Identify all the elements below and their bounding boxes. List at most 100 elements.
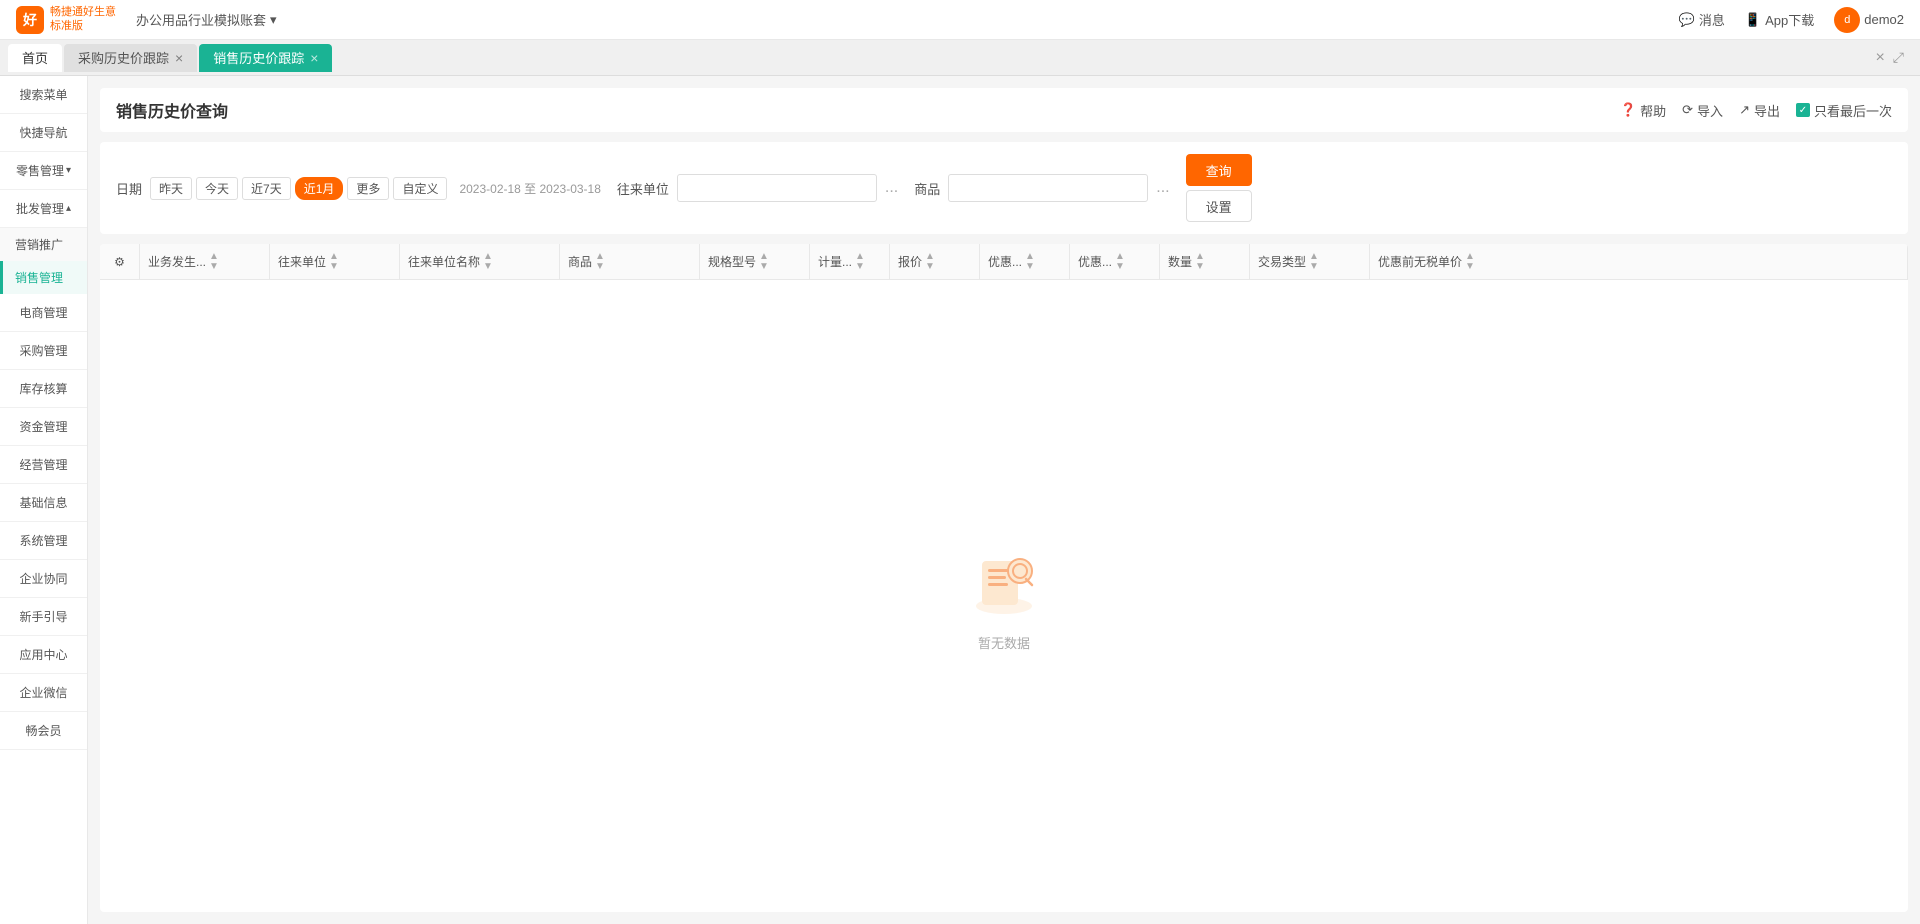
unit-ellipsis[interactable]: ... — [885, 179, 898, 197]
chevron-down-icon: ▾ — [270, 12, 277, 28]
sort-icon: ▲▼ — [483, 252, 493, 272]
export-icon: ↗ — [1739, 102, 1750, 118]
main-layout: 搜索菜单 快捷导航 零售管理 ▾ 批发管理 ▴ 营销推广 销售管理 电商管理 采… — [0, 76, 1920, 924]
sidebar-item-member[interactable]: 畅会员 — [0, 712, 87, 750]
table-col-notax[interactable]: 优惠前无税单价 ▲▼ — [1370, 244, 1908, 279]
date-btn-more[interactable]: 更多 — [347, 177, 389, 200]
sort-icon: ▲▼ — [1195, 252, 1205, 272]
sidebar-item-quick-nav[interactable]: 快捷导航 — [0, 114, 87, 152]
sort-icon: ▲▼ — [329, 252, 339, 272]
window-maximize-button[interactable]: ⤢ — [1893, 49, 1904, 66]
table-col-gear[interactable]: ⚙ — [100, 244, 140, 279]
logo-area: 好 畅捷通好生意 标准版 — [16, 6, 116, 34]
table-header: ⚙ 业务发生... ▲▼ 往来单位 ▲▼ 往来单位名称 ▲▼ 商品 ▲▼ — [100, 244, 1908, 280]
tab-sales[interactable]: 销售历史价跟踪 × — [199, 44, 332, 72]
gear-icon: ⚙ — [114, 255, 125, 269]
download-icon: 📱 — [1745, 12, 1761, 28]
sidebar-item-basic-info[interactable]: 基础信息 — [0, 484, 87, 522]
date-btn-1month[interactable]: 近1月 — [295, 177, 344, 200]
sidebar-item-inventory[interactable]: 库存核算 — [0, 370, 87, 408]
tab-purchase-close[interactable]: × — [175, 50, 183, 66]
tab-sales-close[interactable]: × — [310, 50, 318, 66]
goods-ellipsis[interactable]: ... — [1156, 179, 1169, 197]
table-col-price[interactable]: 报价 ▲▼ — [890, 244, 980, 279]
date-btn-yesterday[interactable]: 昨天 — [150, 177, 192, 200]
avatar: d — [1834, 7, 1860, 33]
table-col-unit-code[interactable]: 往来单位 ▲▼ — [270, 244, 400, 279]
date-btn-7days[interactable]: 近7天 — [242, 177, 291, 200]
page-header: 销售历史价查询 ❓ 帮助 ⟳ 导入 ↗ 导出 ✓ 只看最后一次 — [100, 88, 1908, 132]
sidebar-item-system[interactable]: 系统管理 — [0, 522, 87, 560]
sidebar-item-wholesale[interactable]: 批发管理 ▴ — [0, 190, 87, 228]
help-button[interactable]: ❓ 帮助 — [1620, 101, 1666, 120]
checkbox-checked-icon: ✓ — [1796, 103, 1810, 117]
table-col-unit-name[interactable]: 往来单位名称 ▲▼ — [400, 244, 560, 279]
sort-icon: ▲▼ — [1465, 252, 1475, 272]
table-col-discount1[interactable]: 优惠... ▲▼ — [980, 244, 1070, 279]
sort-icon: ▲▼ — [855, 252, 865, 272]
date-buttons: 昨天 今天 近7天 近1月 更多 自定义 — [150, 177, 447, 200]
search-button[interactable]: 查询 — [1186, 154, 1252, 186]
date-btn-today[interactable]: 今天 — [196, 177, 238, 200]
sort-icon: ▲▼ — [1309, 252, 1319, 272]
sidebar-item-ecom[interactable]: 电商管理 — [0, 294, 87, 332]
app-selector[interactable]: 办公用品行业模拟账套 ▾ — [136, 10, 277, 29]
sort-icon: ▲▼ — [759, 252, 769, 272]
sort-icon: ▲▼ — [209, 252, 219, 272]
sidebar-item-retail[interactable]: 零售管理 ▾ — [0, 152, 87, 190]
export-button[interactable]: ↗ 导出 — [1739, 101, 1780, 120]
goods-input[interactable] — [948, 174, 1148, 202]
sidebar-item-corp-wechat[interactable]: 企业微信 — [0, 674, 87, 712]
table-col-goods[interactable]: 商品 ▲▼ — [560, 244, 700, 279]
sidebar-item-search[interactable]: 搜索菜单 — [0, 76, 87, 114]
sort-icon: ▲▼ — [1115, 252, 1125, 272]
date-filter: 日期 昨天 今天 近7天 近1月 更多 自定义 2023-02-18 至 202… — [116, 177, 601, 200]
sidebar-item-enterprise[interactable]: 企业协同 — [0, 560, 87, 598]
page-title: 销售历史价查询 — [116, 98, 228, 122]
unit-filter: 往来单位 ... — [617, 174, 898, 202]
goods-filter: 商品 ... — [914, 174, 1169, 202]
table-col-discount2[interactable]: 优惠... ▲▼ — [1070, 244, 1160, 279]
empty-state: 暂无数据 — [100, 280, 1908, 912]
date-btn-custom[interactable]: 自定义 — [393, 177, 447, 200]
sort-icon: ▲▼ — [925, 252, 935, 272]
logo-text: 畅捷通好生意 标准版 — [50, 6, 116, 32]
unit-label: 往来单位 — [617, 179, 669, 198]
tab-home[interactable]: 首页 — [8, 44, 62, 72]
table-col-qty[interactable]: 数量 ▲▼ — [1160, 244, 1250, 279]
empty-illustration — [964, 541, 1044, 621]
sort-icon: ▲▼ — [1025, 252, 1035, 272]
date-range: 2023-02-18 至 2023-03-18 — [459, 180, 600, 197]
table-col-trade[interactable]: 交易类型 ▲▼ — [1250, 244, 1370, 279]
sidebar-item-guide[interactable]: 新手引导 — [0, 598, 87, 636]
topbar-left: 好 畅捷通好生意 标准版 办公用品行业模拟账套 ▾ — [16, 6, 277, 34]
msg-button[interactable]: 💬 消息 — [1679, 10, 1725, 29]
only-last-checkbox[interactable]: ✓ 只看最后一次 — [1796, 101, 1892, 120]
topbar-right: 💬 消息 📱 App下载 d demo2 — [1679, 7, 1904, 33]
settings-button[interactable]: 设置 — [1186, 190, 1252, 222]
sidebar-item-finance[interactable]: 资金管理 — [0, 408, 87, 446]
filter-area: 日期 昨天 今天 近7天 近1月 更多 自定义 2023-02-18 至 202… — [100, 142, 1908, 234]
unit-input[interactable] — [677, 174, 877, 202]
sort-icon: ▲▼ — [595, 252, 605, 272]
table-col-date[interactable]: 业务发生... ▲▼ — [140, 244, 270, 279]
action-buttons: 查询 设置 — [1186, 154, 1252, 222]
chevron-up-icon: ▴ — [66, 203, 71, 214]
help-icon: ❓ — [1620, 102, 1636, 118]
import-button[interactable]: ⟳ 导入 — [1682, 101, 1723, 120]
tab-purchase[interactable]: 采购历史价跟踪 × — [64, 44, 197, 72]
sidebar-item-purchase[interactable]: 采购管理 — [0, 332, 87, 370]
sidebar-item-sales-mgmt[interactable]: 销售管理 — [0, 261, 87, 294]
date-label: 日期 — [116, 179, 142, 198]
user-menu[interactable]: d demo2 — [1834, 7, 1904, 33]
window-close-button[interactable]: × — [1875, 49, 1884, 67]
table-col-unit[interactable]: 计量... ▲▼ — [810, 244, 890, 279]
tabbar: 首页 采购历史价跟踪 × 销售历史价跟踪 × × ⤢ — [0, 40, 1920, 76]
table-col-spec[interactable]: 规格型号 ▲▼ — [700, 244, 810, 279]
goods-label: 商品 — [914, 179, 940, 198]
sidebar-item-app-center[interactable]: 应用中心 — [0, 636, 87, 674]
app-download-button[interactable]: 📱 App下载 — [1745, 10, 1814, 29]
sidebar-item-marketing[interactable]: 营销推广 — [0, 228, 87, 261]
header-actions: ❓ 帮助 ⟳ 导入 ↗ 导出 ✓ 只看最后一次 — [1620, 101, 1892, 120]
sidebar-item-operations[interactable]: 经营管理 — [0, 446, 87, 484]
